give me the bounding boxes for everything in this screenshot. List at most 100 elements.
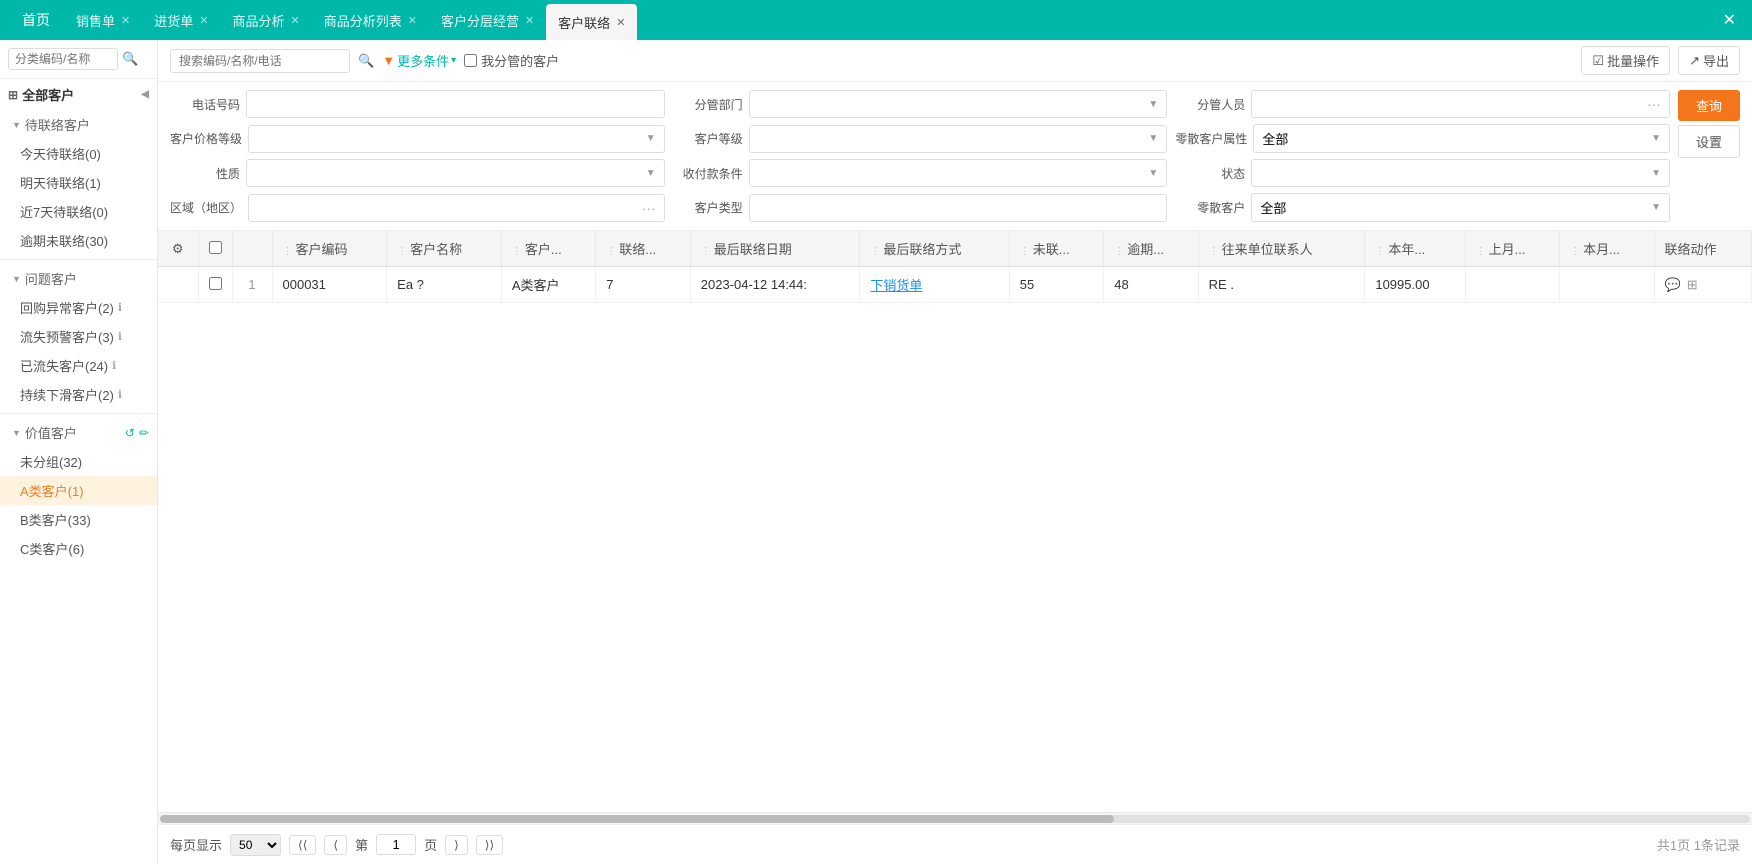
region-dots[interactable]: ··· (642, 200, 656, 216)
qr-action-icon[interactable]: ⊞ (1687, 277, 1698, 293)
row-last-month (1465, 267, 1559, 303)
prev-page-button[interactable]: ⟨ (324, 835, 347, 855)
export-icon: ↗ (1689, 53, 1700, 69)
col-header-code[interactable]: ⋮客户编码 (272, 231, 387, 267)
sidebar-all-customers[interactable]: ⊞ 全部客户 ◀ (0, 79, 157, 110)
person-select[interactable]: ··· (1251, 90, 1670, 118)
col-header-this-month[interactable]: ⋮本月... (1560, 231, 1654, 267)
nav-tab-purchase[interactable]: 进货单 ✕ (142, 0, 220, 40)
refresh-icon[interactable]: ↺ (125, 426, 135, 440)
price-grade-label: 客户价格等级 (170, 130, 242, 147)
sidebar-group-problem[interactable]: ▼ 问题客户 (0, 264, 157, 293)
checkbox-col-header[interactable] (198, 231, 232, 267)
col-header-last-method[interactable]: ⋮最后联络方式 (860, 231, 1009, 267)
edit-icon[interactable]: ✏ (139, 426, 149, 440)
pay-chevron: ▼ (1148, 168, 1158, 179)
filter-more-conditions[interactable]: ▼ 更多条件 ▾ (382, 51, 456, 70)
export-button[interactable]: ↗ 导出 (1678, 46, 1740, 75)
last-method-link[interactable]: 下销货单 (870, 278, 922, 293)
batch-op-button[interactable]: ☑ 批量操作 (1581, 46, 1670, 75)
price-grade-chevron: ▼ (646, 133, 656, 144)
col-header-name[interactable]: ⋮客户名称 (387, 231, 502, 267)
row-last-method[interactable]: 下销货单 (860, 267, 1009, 303)
sidebar-item-7days[interactable]: 近7天待联络(0) (0, 197, 157, 226)
filter-search-icon[interactable]: 🔍 (358, 53, 374, 69)
col-header-this-year[interactable]: ⋮本年... (1365, 231, 1465, 267)
row-uncontacted: 55 (1009, 267, 1103, 303)
price-grade-select[interactable]: ▼ (248, 125, 665, 153)
col-header-cust-type[interactable]: ⋮客户... (501, 231, 595, 267)
nav-home[interactable]: 首页 (8, 0, 64, 40)
pay-select[interactable]: ▼ (749, 159, 1168, 187)
phone-select[interactable] (246, 90, 665, 118)
cust-type-select[interactable] (749, 194, 1168, 222)
sidebar-item-churned[interactable]: 已流失客户(24) ℹ (0, 351, 157, 380)
sidebar-item-rebuy-abnormal[interactable]: 回购异常客户(2) ℹ (0, 293, 157, 322)
tab-close-purchase[interactable]: ✕ (199, 14, 208, 27)
sidebar-item-class-c[interactable]: C类客户(6) (0, 534, 157, 563)
sidebar-item-tomorrow[interactable]: 明天待联络(1) (0, 168, 157, 197)
sidebar-item-declining[interactable]: 持续下滑客户(2) ℹ (0, 380, 157, 409)
retail-cust-select[interactable]: 全部 ▼ (1251, 193, 1670, 222)
tab-close-customer-contact[interactable]: ✕ (616, 16, 625, 29)
pay-label: 收付款条件 (673, 165, 743, 182)
sidebar-group-pending[interactable]: ▼ 待联络客户 (0, 110, 157, 139)
window-close-button[interactable]: ✕ (1715, 10, 1744, 30)
person-dots[interactable]: ··· (1647, 96, 1661, 112)
chat-action-icon[interactable]: 💬 (1665, 277, 1681, 293)
query-button[interactable]: 查询 (1678, 90, 1740, 121)
my-customers-check[interactable] (464, 54, 477, 67)
horizontal-scrollbar[interactable] (158, 812, 1752, 824)
grid-icon: ⊞ (8, 88, 18, 102)
status-select[interactable]: ▼ (1251, 159, 1670, 187)
per-page-select[interactable]: 50 100 200 (230, 834, 281, 856)
page-label: 第 (355, 835, 368, 854)
col-header-unit-contact[interactable]: ⋮往来单位联系人 (1198, 231, 1365, 267)
scrollbar-thumb[interactable] (160, 815, 1114, 823)
tab-close-analysis[interactable]: ✕ (290, 14, 299, 27)
my-customers-checkbox[interactable]: 我分管的客户 (464, 51, 559, 70)
col-header-contact-count[interactable]: ⋮联络... (596, 231, 690, 267)
region-select[interactable]: ··· (248, 194, 665, 222)
page-input[interactable]: 1 (376, 834, 416, 855)
first-page-button[interactable]: ⟨⟨ (289, 835, 316, 855)
col-header-last-month[interactable]: ⋮上月... (1465, 231, 1559, 267)
sidebar-item-today[interactable]: 今天待联络(0) (0, 139, 157, 168)
filter-icon: ▼ (382, 53, 395, 68)
sidebar-item-class-a[interactable]: A类客户(1) (0, 476, 157, 505)
row-checkbox[interactable] (198, 267, 232, 303)
col-header-last-date[interactable]: ⋮最后联络日期 (690, 231, 860, 267)
sidebar-item-class-b[interactable]: B类客户(33) (0, 505, 157, 534)
select-all-checkbox[interactable] (209, 241, 222, 254)
filter-row-3: 性质 ▼ 收付款条件 ▼ (170, 159, 1670, 187)
nav-tab-analysis-list[interactable]: 商品分析列表 ✕ (312, 0, 429, 40)
row-unit-contact: RE . (1198, 267, 1365, 303)
sidebar-search-input[interactable] (8, 48, 118, 70)
sidebar-search-icon[interactable]: 🔍 (122, 51, 138, 67)
filter-search-input[interactable] (170, 49, 350, 73)
dept-select[interactable]: ▼ (749, 90, 1168, 118)
sidebar-item-unclassified[interactable]: 未分组(32) (0, 447, 157, 476)
col-header-num (232, 231, 272, 267)
nav-tab-customer-contact[interactable]: 客户联络 ✕ (546, 4, 637, 40)
nav-tab-sales[interactable]: 销售单 ✕ (64, 0, 142, 40)
retail-attr-select[interactable]: 全部 ▼ (1253, 124, 1670, 153)
row-select-checkbox[interactable] (209, 277, 222, 290)
col-header-overdue[interactable]: ⋮逾期... (1104, 231, 1198, 267)
next-page-button[interactable]: ⟩ (445, 835, 468, 855)
cust-grade-select[interactable]: ▼ (749, 125, 1168, 153)
sidebar-item-overdue[interactable]: 逾期未联络(30) (0, 226, 157, 255)
tab-close-analysis-list[interactable]: ✕ (408, 14, 417, 27)
nav-tab-customer-tier[interactable]: 客户分层经营 ✕ (429, 0, 546, 40)
row-name: Ea ? (387, 267, 502, 303)
last-page-button[interactable]: ⟩⟩ (476, 835, 503, 855)
col-header-uncontacted[interactable]: ⋮未联... (1009, 231, 1103, 267)
tab-close-customer-tier[interactable]: ✕ (525, 14, 534, 27)
sidebar-item-churn-warning[interactable]: 流失预警客户(3) ℹ (0, 322, 157, 351)
sidebar-group-value[interactable]: ▼ 价值客户 ↺ ✏ (0, 418, 157, 447)
nav-tab-analysis[interactable]: 商品分析 ✕ (220, 0, 311, 40)
settings-button[interactable]: 设置 (1678, 125, 1740, 158)
tab-close-sales[interactable]: ✕ (121, 14, 130, 27)
nature-select[interactable]: ▼ (246, 159, 665, 187)
settings-col-header[interactable]: ⚙ (158, 231, 198, 267)
